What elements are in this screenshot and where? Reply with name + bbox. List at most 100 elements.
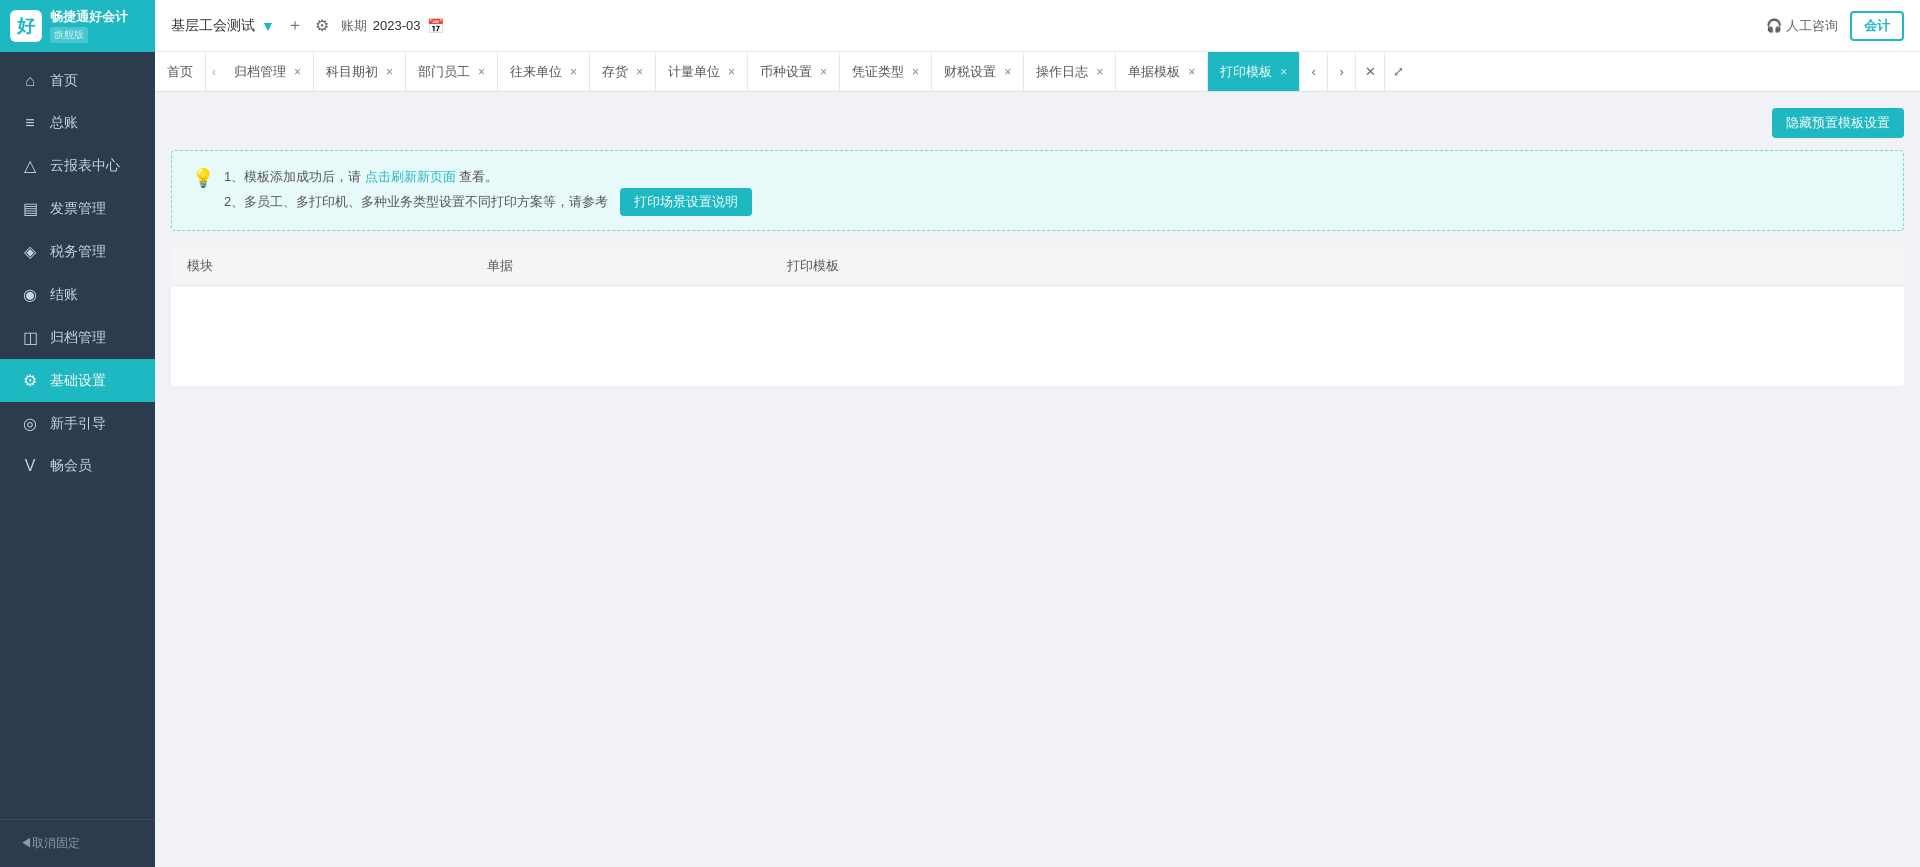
tab-dept[interactable]: 部门员工 ×	[406, 52, 498, 91]
page-content: 隐藏预置模板设置 💡 1、模板添加成功后，请 点击刷新新页面 查看。 2、多员工…	[155, 92, 1920, 867]
info-line2-prefix: 2、多员工、多打印机、多种业务类型设置不同打印方案等，请参考	[224, 194, 608, 209]
kuaiji-button[interactable]: 会计	[1850, 11, 1904, 41]
lightbulb-icon: 💡	[192, 167, 214, 189]
topbar: 基层工会测试 ▼ ＋ ⚙ 账期 2023-03 📅 🎧 人工咨询 会计	[155, 0, 1920, 52]
sidebar-item-reports[interactable]: △ 云报表中心	[0, 144, 155, 187]
info-line1-suffix: 查看。	[459, 169, 498, 184]
sidebar-item-label-invoice: 发票管理	[50, 200, 106, 218]
tab-tax-settings[interactable]: 财税设置 ×	[932, 52, 1024, 91]
tab-voucher-type[interactable]: 凭证类型 ×	[840, 52, 932, 91]
tab-currency-close[interactable]: ×	[820, 65, 827, 79]
sidebar-item-archive[interactable]: ◫ 归档管理	[0, 316, 155, 359]
calendar-icon[interactable]: 📅	[427, 18, 444, 34]
settings-icon: ⚙	[20, 371, 40, 390]
sidebar-item-home[interactable]: ⌂ 首页	[0, 60, 155, 102]
hide-settings-button[interactable]: 隐藏预置模板设置	[1772, 108, 1904, 138]
sidebar-item-guide[interactable]: ◎ 新手引导	[0, 402, 155, 445]
service-button[interactable]: 🎧 人工咨询	[1766, 17, 1838, 35]
sidebar-nav: ⌂ 首页 ≡ 总账 △ 云报表中心 ▤ 发票管理 ◈ 税务管理 ◉ 结账 ◫ 归…	[0, 52, 155, 819]
logo-badge: 旗舰版	[50, 27, 88, 43]
company-settings-icon[interactable]: ⚙	[315, 16, 329, 35]
tab-scroll-left[interactable]: ‹	[1300, 52, 1328, 91]
tab-subject[interactable]: 科目期初 ×	[314, 52, 406, 91]
info-box: 💡 1、模板添加成功后，请 点击刷新新页面 查看。 2、多员工、多打印机、多种业…	[171, 150, 1904, 231]
table-body	[171, 286, 1904, 386]
tab-subject-label: 科目期初	[326, 63, 378, 81]
tab-archive[interactable]: 归档管理 ×	[222, 52, 314, 91]
tab-archive-label: 归档管理	[234, 63, 286, 81]
add-company-button[interactable]: ＋	[287, 15, 303, 36]
tab-subject-close[interactable]: ×	[386, 65, 393, 79]
tab-print-template[interactable]: 打印模板 ×	[1208, 52, 1300, 91]
member-icon: V	[20, 457, 40, 475]
period-label: 账期	[341, 17, 367, 35]
tax-icon: ◈	[20, 242, 40, 261]
home-icon: ⌂	[20, 72, 40, 90]
tab-home-label: 首页	[167, 63, 193, 81]
refresh-link[interactable]: 点击刷新新页面	[365, 169, 456, 184]
info-content: 1、模板添加成功后，请 点击刷新新页面 查看。 2、多员工、多打印机、多种业务类…	[224, 165, 1883, 216]
tab-dept-label: 部门员工	[418, 63, 470, 81]
col-header-doc: 单据	[471, 257, 771, 275]
guide-icon: ◎	[20, 414, 40, 433]
tab-expand[interactable]: ⤢	[1384, 52, 1412, 91]
sidebar: 好 畅捷通好会计 旗舰版 ⌂ 首页 ≡ 总账 △ 云报表中心 ▤ 发票管理 ◈ …	[0, 0, 155, 867]
tab-unit[interactable]: 计量单位 ×	[656, 52, 748, 91]
sidebar-item-member[interactable]: V 畅会员	[0, 445, 155, 487]
ledger-icon: ≡	[20, 114, 40, 132]
sidebar-item-label-reports: 云报表中心	[50, 157, 120, 175]
archive-icon: ◫	[20, 328, 40, 347]
sidebar-logo: 好 畅捷通好会计 旗舰版	[0, 0, 155, 52]
col-header-template: 打印模板	[771, 257, 1904, 275]
tab-contacts[interactable]: 往来单位 ×	[498, 52, 590, 91]
tab-inventory-close[interactable]: ×	[636, 65, 643, 79]
close-accounts-icon: ◉	[20, 285, 40, 304]
tab-inventory[interactable]: 存货 ×	[590, 52, 656, 91]
sidebar-item-label-settings: 基础设置	[50, 372, 106, 390]
company-dropdown-icon[interactable]: ▼	[261, 18, 275, 34]
tab-prev-icon[interactable]: ‹	[206, 65, 222, 79]
tab-print-template-close[interactable]: ×	[1280, 65, 1287, 79]
company-selector[interactable]: 基层工会测试 ▼	[171, 17, 275, 35]
tab-currency-label: 币种设置	[760, 63, 812, 81]
tab-contacts-close[interactable]: ×	[570, 65, 577, 79]
tab-home[interactable]: 首页	[155, 52, 206, 91]
tab-tax-settings-close[interactable]: ×	[1004, 65, 1011, 79]
logo-name: 畅捷通好会计	[50, 9, 128, 26]
sidebar-item-settings[interactable]: ⚙ 基础设置	[0, 359, 155, 402]
service-label: 人工咨询	[1786, 17, 1838, 35]
sidebar-item-invoice[interactable]: ▤ 发票管理	[0, 187, 155, 230]
tab-tax-settings-label: 财税设置	[944, 63, 996, 81]
tab-close-all[interactable]: ✕	[1356, 52, 1384, 91]
topbar-right: 🎧 人工咨询 会计	[1766, 11, 1904, 41]
reports-icon: △	[20, 156, 40, 175]
tab-archive-close[interactable]: ×	[294, 65, 301, 79]
tab-doc-template[interactable]: 单据模板 ×	[1116, 52, 1208, 91]
period-selector[interactable]: 账期 2023-03 📅	[341, 17, 444, 35]
sidebar-item-ledger[interactable]: ≡ 总账	[0, 102, 155, 144]
tab-unit-close[interactable]: ×	[728, 65, 735, 79]
tab-scroll-right[interactable]: ›	[1328, 52, 1356, 91]
info-line1-prefix: 1、模板添加成功后，请	[224, 169, 361, 184]
sidebar-item-tax[interactable]: ◈ 税务管理	[0, 230, 155, 273]
sidebar-item-label-guide: 新手引导	[50, 415, 106, 433]
logo-icon: 好	[10, 10, 42, 42]
headset-icon: 🎧	[1766, 18, 1782, 33]
info-line-2: 2、多员工、多打印机、多种业务类型设置不同打印方案等，请参考 打印场景设置说明	[224, 188, 1883, 216]
tab-voucher-type-close[interactable]: ×	[912, 65, 919, 79]
tab-operation-log[interactable]: 操作日志 ×	[1024, 52, 1116, 91]
tab-currency[interactable]: 币种设置 ×	[748, 52, 840, 91]
tab-operation-log-label: 操作日志	[1036, 63, 1088, 81]
tab-dept-close[interactable]: ×	[478, 65, 485, 79]
tab-operation-log-close[interactable]: ×	[1096, 65, 1103, 79]
tab-print-template-label: 打印模板	[1220, 63, 1272, 81]
col-header-module: 模块	[171, 257, 471, 275]
print-scene-explain-button[interactable]: 打印场景设置说明	[620, 188, 752, 216]
tab-inventory-label: 存货	[602, 63, 628, 81]
tab-doc-template-close[interactable]: ×	[1188, 65, 1195, 79]
tab-unit-label: 计量单位	[668, 63, 720, 81]
sidebar-unpin[interactable]: ◀取消固定	[0, 819, 155, 867]
action-bar: 隐藏预置模板设置	[171, 108, 1904, 138]
info-line-1: 1、模板添加成功后，请 点击刷新新页面 查看。	[224, 165, 1883, 188]
sidebar-item-close[interactable]: ◉ 结账	[0, 273, 155, 316]
